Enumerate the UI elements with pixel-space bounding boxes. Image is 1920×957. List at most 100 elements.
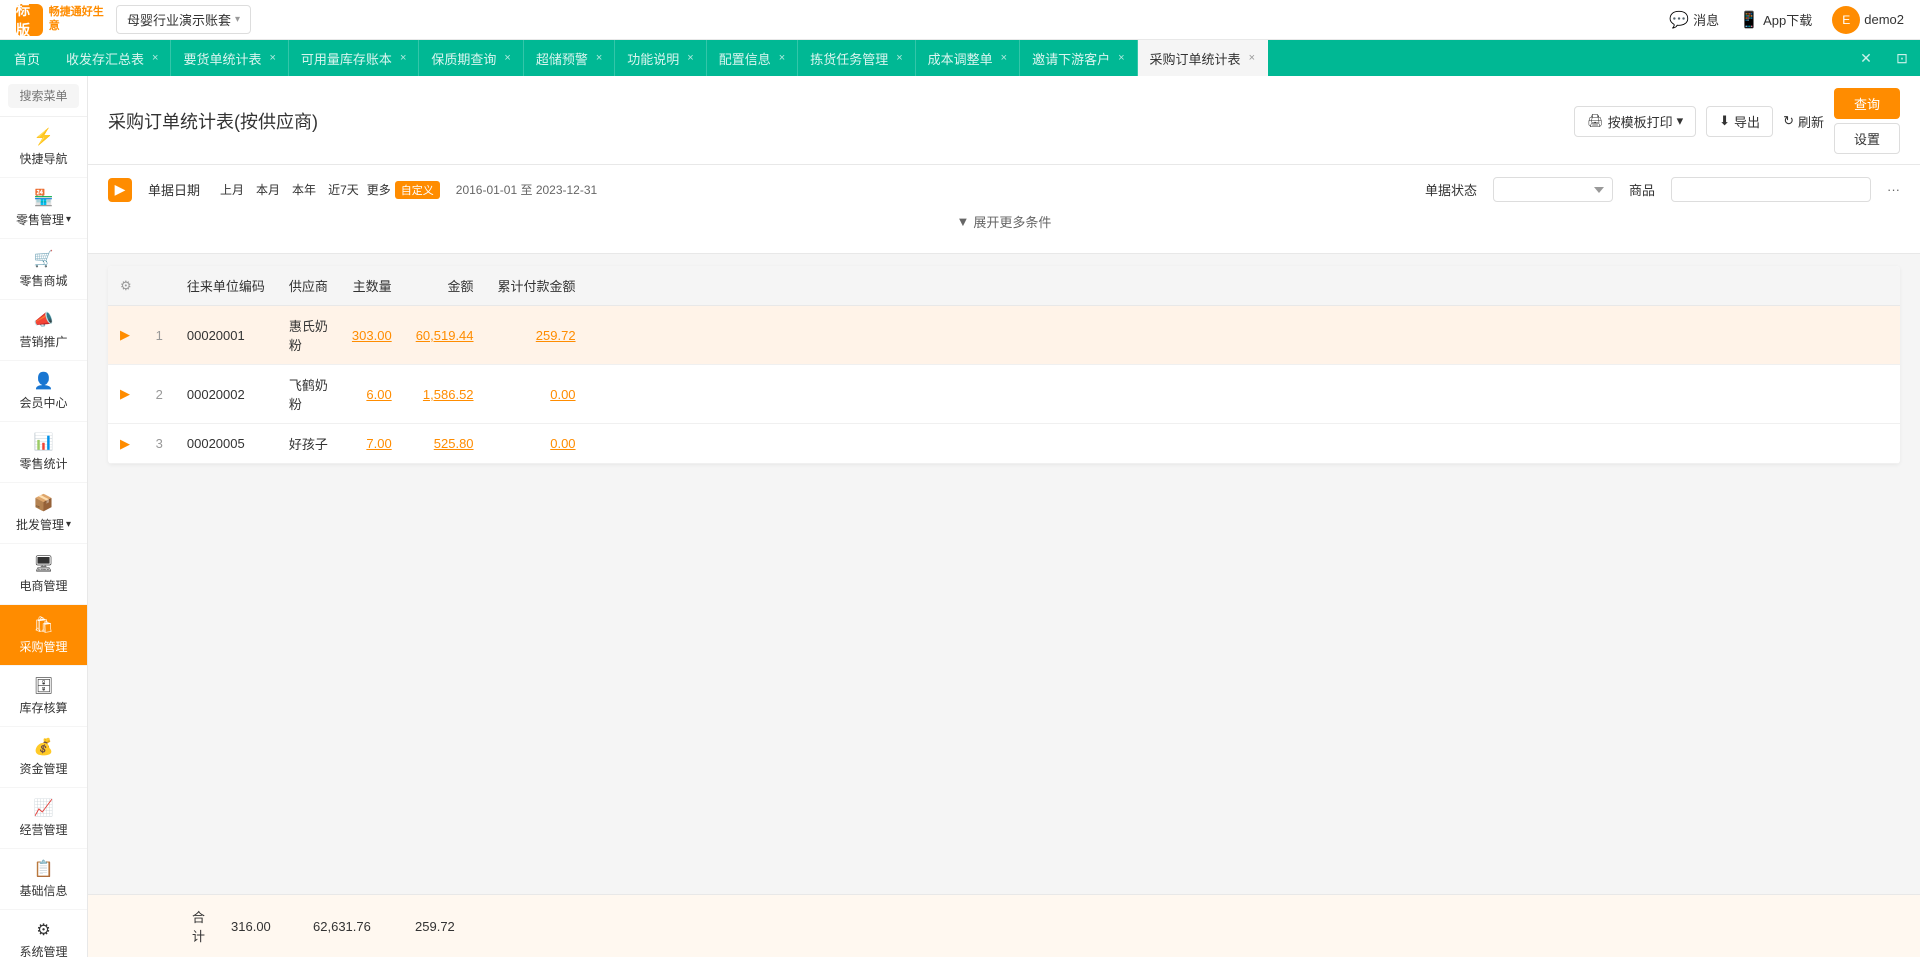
tab-shoufahuiyi[interactable]: 收发存汇总表 × [54,40,171,76]
tab-yaoqing-close[interactable]: × [1118,52,1124,64]
row-amount[interactable]: 525.80 [404,424,486,464]
basic-label: 基础信息 [19,882,67,899]
goods-search-input[interactable] [1671,177,1871,202]
tab-paihuorenwu[interactable]: 拣货任务管理 × [798,40,915,76]
user-profile[interactable]: E demo2 [1832,6,1904,34]
column-settings-icon[interactable]: ⚙ [120,278,132,293]
logo-area: 标版 畅捷通好生意 [16,4,104,36]
query-button[interactable]: 查询 [1834,88,1900,119]
tab-chengben-close[interactable]: × [1001,52,1007,64]
th-settings: ⚙ [108,266,144,306]
tab-gongneng-close[interactable]: × [687,52,693,64]
row-paid[interactable]: 259.72 [486,306,588,365]
tab-home[interactable]: 首页 [0,40,54,76]
row-paid[interactable]: 0.00 [486,365,588,424]
table-row[interactable]: ▶ 3 00020005 好孩子 7.00 525.80 0.00 [108,424,1900,464]
row-expand-icon[interactable]: ▶ [120,327,130,342]
sidebar-item-purchase[interactable]: 🛍 采购管理 [0,605,87,666]
avatar-initials: E [1842,13,1850,27]
sidebar-item-retail-stat[interactable]: 📊 零售统计 [0,422,87,483]
row-amount[interactable]: 1,586.52 [404,365,486,424]
tab-gongneng[interactable]: 功能说明 × [615,40,706,76]
custom-date-badge[interactable]: 自定义 [395,181,440,199]
system-icon: ⚙ [36,920,50,940]
tab-keyongliang[interactable]: 可用量库存账本 × [289,40,419,76]
sidebar-item-ops[interactable]: 📈 经营管理 [0,788,87,849]
tab-yaoqing-label: 邀请下游客户 [1032,49,1110,68]
export-icon: ⬇ [1719,113,1730,129]
sidebar-item-marketing[interactable]: 📣 营销推广 [0,300,87,361]
export-button[interactable]: ⬇ 导出 [1706,106,1773,137]
app-download-label: App下载 [1763,10,1812,29]
filter-more-row: ▼ 展开更多条件 [108,202,1900,241]
sidebar-item-wholesale[interactable]: 📦 批发管理 ▾ [0,483,87,544]
sidebar-item-retail[interactable]: 🏪 零售管理 ▾ [0,178,87,239]
tab-keyongliang-close[interactable]: × [400,52,406,64]
shortcut-this-month[interactable]: 本月 [252,179,284,200]
tab-caigou[interactable]: 采购订单统计表 × [1138,40,1268,76]
row-qty[interactable]: 6.00 [340,365,404,424]
message-icon: 💬 [1669,10,1689,30]
sidebar-item-inventory[interactable]: 🗄 库存核算 [0,666,87,727]
shortcut-last-month[interactable]: 上月 [216,179,248,200]
workspace-selector[interactable]: 母婴行业演示账套 ▾ [116,5,251,34]
tab-keyongliang-label: 可用量库存账本 [301,49,392,68]
row-expand-cell: ▶ [108,306,144,365]
page-header-actions: 🖨 按模板打印 ▾ ⬇ 导出 ↻ 刷新 查询 设置 [1574,88,1900,154]
filter-toggle-button[interactable]: ▶ [108,178,132,202]
tab-peizhi-close[interactable]: × [779,52,785,64]
shortcut-more[interactable]: 更多 [367,181,391,198]
sidebar-item-quicknav[interactable]: ⚡ 快捷导航 [0,117,87,178]
footer-amount: 62,631.76 [301,907,401,945]
sidebar-item-ecom[interactable]: 🖥 电商管理 [0,544,87,605]
tab-caigou-close[interactable]: × [1249,52,1255,64]
tab-chaochuyujing[interactable]: 超储预警 × [524,40,615,76]
row-paid[interactable]: 0.00 [486,424,588,464]
retail-label: 零售管理 [16,211,64,228]
status-select[interactable] [1493,177,1613,202]
tab-peizhi[interactable]: 配置信息 × [707,40,798,76]
tab-chaochuyujing-close[interactable]: × [596,52,602,64]
tab-yaoqing[interactable]: 邀请下游客户 × [1020,40,1137,76]
setting-button[interactable]: 设置 [1834,123,1900,154]
table-row[interactable]: ▶ 1 00020001 惠氏奶粉 303.00 60,519.44 259.7… [108,306,1900,365]
print-label: 按模板打印 [1608,112,1673,131]
goods-search-more-icon[interactable]: ··· [1887,182,1900,197]
expand-more-label: 展开更多条件 [973,212,1051,231]
sidebar-item-retail-shop[interactable]: 🛒 零售商城 [0,239,87,300]
row-expand-icon[interactable]: ▶ [120,436,130,451]
app-download-button[interactable]: 📱 App下载 [1739,10,1812,30]
tab-shoufahuiyi-close[interactable]: × [152,52,158,64]
row-code: 00020005 [175,424,277,464]
table-row[interactable]: ▶ 2 00020002 飞鹤奶粉 6.00 1,586.52 0.00 [108,365,1900,424]
sidebar-item-finance[interactable]: 💰 资金管理 [0,727,87,788]
tab-chengben[interactable]: 成本调整单 × [916,40,1020,76]
print-button[interactable]: 🖨 按模板打印 ▾ [1574,106,1696,137]
tab-paihuorenwu-close[interactable]: × [896,52,902,64]
shortcut-7days[interactable]: 近7天 [324,179,363,200]
tab-yaohuo[interactable]: 要货单统计表 × [171,40,288,76]
sidebar-item-system[interactable]: ⚙ 系统管理 [0,910,87,957]
row-expand-icon[interactable]: ▶ [120,386,130,401]
filter-area: ▶ 单据日期 上月 本月 本年 近7天 更多 自定义 2016-01-01 至 … [88,165,1920,254]
search-input[interactable] [8,84,79,108]
tab-baoyuqi-close[interactable]: × [504,52,510,64]
expand-more-button[interactable]: ▼ 展开更多条件 [957,206,1052,237]
shortcut-this-year[interactable]: 本年 [288,179,320,200]
retail-icon: 🏪 [34,188,54,208]
tab-close-all-button[interactable]: ✕ [1848,40,1884,76]
quicknav-icon: ⚡ [34,127,54,147]
sidebar-item-member[interactable]: 👤 会员中心 [0,361,87,422]
sidebar-item-basic[interactable]: 📋 基础信息 [0,849,87,910]
row-qty[interactable]: 303.00 [340,306,404,365]
refresh-button[interactable]: ↻ 刷新 [1783,112,1824,131]
quicknav-label: 快捷导航 [19,150,67,167]
tab-restore-button[interactable]: ⊡ [1884,40,1920,76]
tab-yaohuo-close[interactable]: × [269,52,275,64]
row-amount[interactable]: 60,519.44 [404,306,486,365]
message-button[interactable]: 💬 消息 [1669,10,1719,30]
top-bar: 标版 畅捷通好生意 母婴行业演示账套 ▾ 💬 消息 📱 App下载 E demo… [0,0,1920,40]
footer-table: 合计 316.00 62,631.76 259.72 [100,905,1908,947]
tab-baoyuqi[interactable]: 保质期查询 × [419,40,523,76]
row-qty[interactable]: 7.00 [340,424,404,464]
